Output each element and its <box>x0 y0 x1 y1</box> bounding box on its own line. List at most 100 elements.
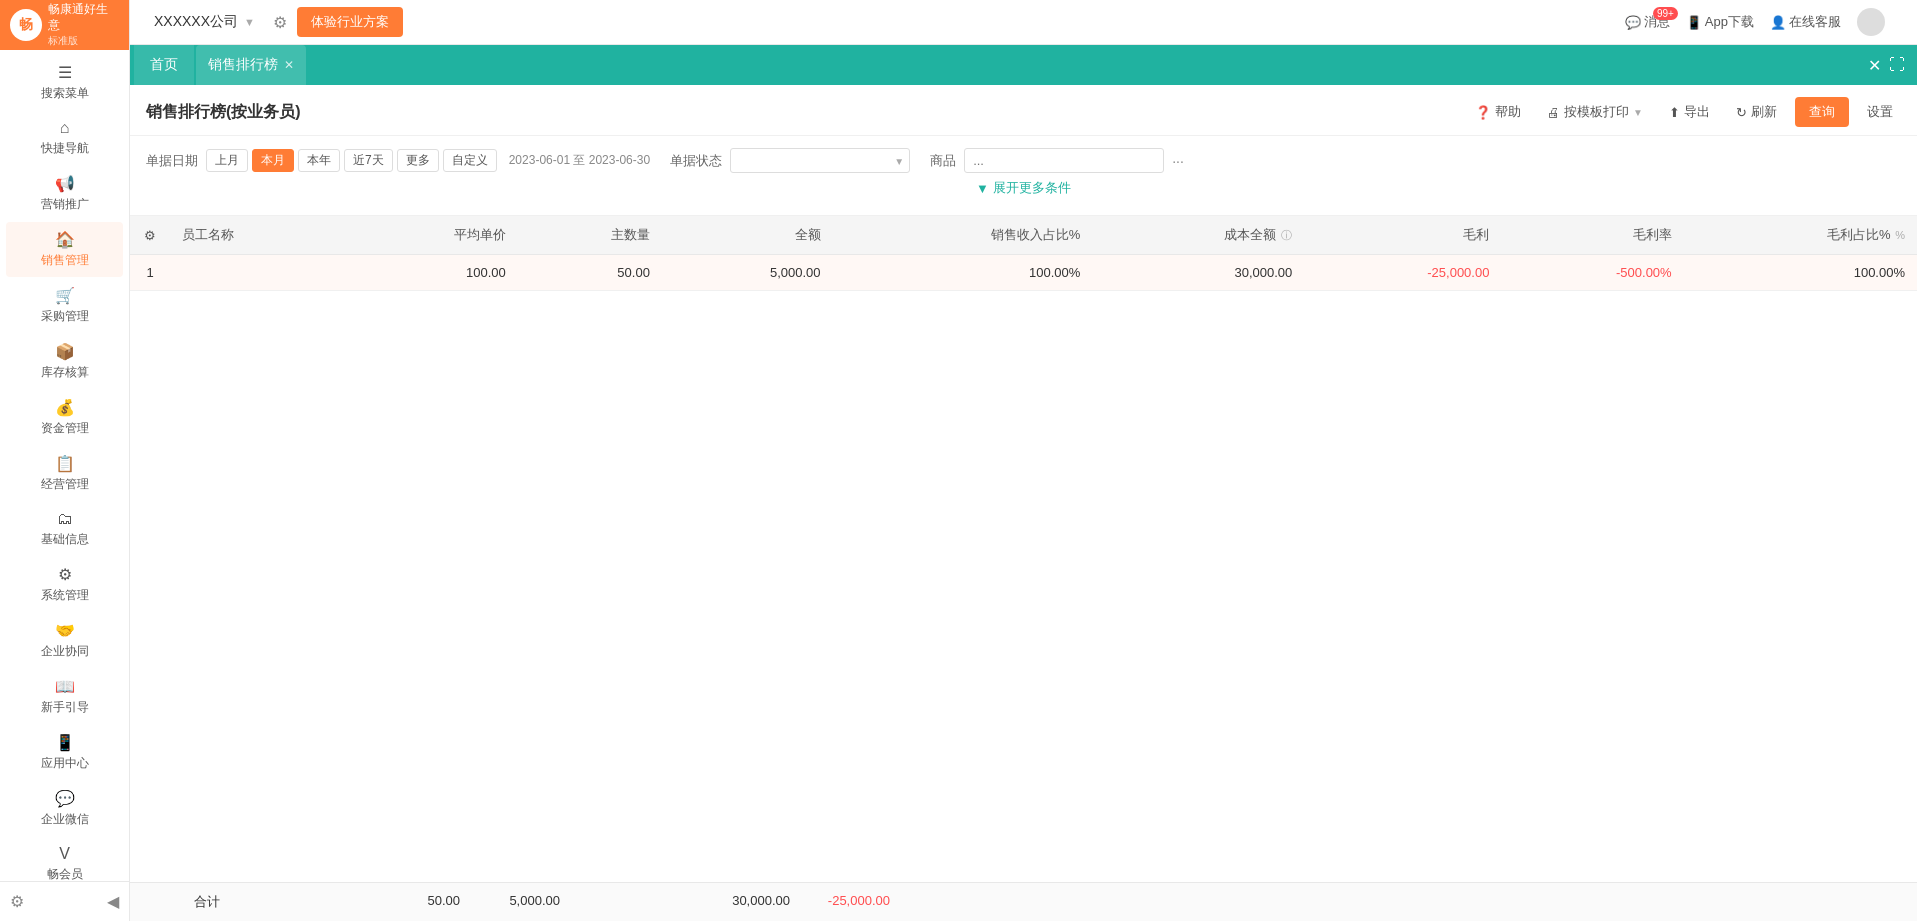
sales-icon: 🏠 <box>55 230 75 249</box>
col-gross: 毛利 <box>1304 216 1501 255</box>
refresh-btn[interactable]: ↻ 刷新 <box>1728 99 1785 125</box>
query-btn[interactable]: 查询 <box>1795 97 1849 127</box>
print-btn[interactable]: 🖨 按模板打印 ▼ <box>1539 99 1651 125</box>
system-icon: ⚙ <box>58 565 72 584</box>
sidebar-item-guide[interactable]: 📖 新手引导 <box>6 669 123 724</box>
export-btn[interactable]: ⬆ 导出 <box>1661 99 1718 125</box>
table-header-row: ⚙ 员工名称 平均单价 主数量 全额 销售收入占比% 成本全额 ⓘ 毛利 毛利率… <box>130 216 1917 255</box>
date-range-btns: 上月 本月 本年 近7天 更多 自定义 <box>206 149 497 172</box>
page-header: 销售排行榜(按业务员) ❓ 帮助 🖨 按模板打印 ▼ ⬆ 导出 ↻ 刷新 <box>130 85 1917 136</box>
sidebar-item-system[interactable]: ⚙ 系统管理 <box>6 557 123 612</box>
guide-icon: 📖 <box>55 677 75 696</box>
date-btn-prev-month[interactable]: 上月 <box>206 149 248 172</box>
sidebar-item-finance[interactable]: 💰 资金管理 <box>6 390 123 445</box>
filter-row-1: 单据日期 上月 本月 本年 近7天 更多 自定义 2023-06-01 至 20… <box>146 148 1901 173</box>
cell-avg-price: 100.00 <box>344 255 518 291</box>
sidebar-item-apps[interactable]: 📱 应用中心 <box>6 725 123 780</box>
member-icon: V <box>59 845 70 863</box>
goods-filter: 商品 ··· <box>930 148 1184 173</box>
footer-gross: -25,000.00 <box>802 893 902 911</box>
col-gross-ratio: 毛利占比% % <box>1684 216 1917 255</box>
footer-empty <box>142 893 182 911</box>
sidebar-item-enterprise[interactable]: 🤝 企业协同 <box>6 613 123 668</box>
company-dropdown-icon: ▼ <box>244 16 255 28</box>
topbar: XXXXXX公司 ▼ ⚙ 体验行业方案 💬 消息 99+ 📱 App下载 👤 在… <box>130 0 1917 45</box>
message-btn[interactable]: 💬 消息 99+ <box>1625 13 1670 31</box>
sidebar-item-basicinfo[interactable]: 🗂 基础信息 <box>6 502 123 556</box>
filter-area: 单据日期 上月 本月 本年 近7天 更多 自定义 2023-06-01 至 20… <box>130 136 1917 216</box>
search-menu-icon: ☰ <box>58 63 72 82</box>
footer-cost: 30,000.00 <box>692 893 802 911</box>
topbar-right: 💬 消息 99+ 📱 App下载 👤 在线客服 <box>1625 8 1901 36</box>
help-icon: ❓ <box>1475 105 1491 120</box>
col-name: 员工名称 <box>170 216 344 255</box>
tabbar-right: ✕ ⛶ <box>1868 56 1913 75</box>
settings-btn[interactable]: 设置 <box>1859 99 1901 125</box>
print-dropdown-icon: ▼ <box>1633 107 1643 118</box>
sidebar-item-wechat[interactable]: 💬 企业微信 <box>6 781 123 836</box>
footer-qty: 50.00 <box>392 893 472 911</box>
sidebar-item-quicknav[interactable]: ⌂ 快捷导航 <box>6 111 123 165</box>
date-filter: 单据日期 上月 本月 本年 近7天 更多 自定义 2023-06-01 至 20… <box>146 149 650 172</box>
logo-icon: 畅 <box>10 9 42 41</box>
gross-ratio-icon: % <box>1895 229 1905 241</box>
main-area: XXXXXX公司 ▼ ⚙ 体验行业方案 💬 消息 99+ 📱 App下载 👤 在… <box>130 0 1917 921</box>
try-industry-btn[interactable]: 体验行业方案 <box>297 7 403 37</box>
col-avg-price: 平均单价 <box>344 216 518 255</box>
enterprise-icon: 🤝 <box>55 621 75 640</box>
cost-info-icon[interactable]: ⓘ <box>1281 229 1292 241</box>
tab-close-icon[interactable]: ✕ <box>284 58 294 72</box>
page-container: 销售排行榜(按业务员) ❓ 帮助 🖨 按模板打印 ▼ ⬆ 导出 ↻ 刷新 <box>130 85 1917 921</box>
date-btn-7days[interactable]: 近7天 <box>344 149 393 172</box>
message-icon: 💬 <box>1625 15 1641 30</box>
sidebar-item-search[interactable]: ☰ 搜索菜单 <box>6 55 123 110</box>
app-icon: 📱 <box>1686 15 1702 30</box>
footer-avg-price <box>302 893 392 911</box>
sidebar-item-inventory[interactable]: 📦 库存核算 <box>6 334 123 389</box>
online-service-btn[interactable]: 👤 在线客服 <box>1770 13 1841 31</box>
sidebar-item-purchase[interactable]: 🛒 采购管理 <box>6 278 123 333</box>
tab-home[interactable]: 首页 <box>134 45 194 85</box>
sidebar-settings-icon[interactable]: ⚙ <box>10 892 24 911</box>
tabbar: 首页 销售排行榜 ✕ ✕ ⛶ <box>130 45 1917 85</box>
sidebar-item-sales[interactable]: 🏠 销售管理 <box>6 222 123 277</box>
tab-sales-ranking[interactable]: 销售排行榜 ✕ <box>196 45 306 85</box>
sidebar-nav: ☰ 搜索菜单 ⌂ 快捷导航 📢 营销推广 🏠 销售管理 🛒 采购管理 📦 库存核… <box>0 50 129 881</box>
operations-icon: 📋 <box>55 454 75 473</box>
export-icon: ⬆ <box>1669 105 1680 120</box>
sidebar-collapse-icon[interactable]: ◀ <box>107 892 119 911</box>
apps-icon: 📱 <box>55 733 75 752</box>
cell-index: 1 <box>130 255 170 291</box>
date-btn-this-year[interactable]: 本年 <box>298 149 340 172</box>
purchase-icon: 🛒 <box>55 286 75 305</box>
date-range-text: 2023-06-01 至 2023-06-30 <box>509 152 650 169</box>
goods-label: 商品 <box>930 152 956 170</box>
tab-close-window-icon[interactable]: ✕ <box>1868 56 1881 75</box>
date-btn-more[interactable]: 更多 <box>397 149 439 172</box>
sidebar-item-operations[interactable]: 📋 经营管理 <box>6 446 123 501</box>
cell-amount: 5,000.00 <box>662 255 833 291</box>
app-download-btn[interactable]: 📱 App下载 <box>1686 13 1754 31</box>
page-actions: ❓ 帮助 🖨 按模板打印 ▼ ⬆ 导出 ↻ 刷新 查询 设 <box>1467 97 1901 127</box>
page-title: 销售排行榜(按业务员) <box>146 102 301 123</box>
sales-table: ⚙ 员工名称 平均单价 主数量 全额 销售收入占比% 成本全额 ⓘ 毛利 毛利率… <box>130 216 1917 291</box>
date-btn-this-month[interactable]: 本月 <box>252 149 294 172</box>
wechat-icon: 💬 <box>55 789 75 808</box>
status-select[interactable] <box>730 148 910 173</box>
user-avatar[interactable] <box>1857 8 1885 36</box>
logo-text: 畅康通好生意 标准版 <box>48 2 119 47</box>
topbar-settings-icon[interactable]: ⚙ <box>273 13 287 32</box>
cell-gross-ratio: 100.00% <box>1684 255 1917 291</box>
tab-expand-icon[interactable]: ⛶ <box>1889 56 1905 74</box>
expand-more-btn[interactable]: ▼ 展开更多条件 <box>146 173 1901 203</box>
sidebar-item-member[interactable]: V 畅会员 <box>6 837 123 881</box>
goods-input[interactable] <box>964 148 1164 173</box>
date-btn-custom[interactable]: 自定义 <box>443 149 497 172</box>
status-filter: 单据状态 ▼ <box>670 148 910 173</box>
table-row: 1 100.00 50.00 5,000.00 100.00% 30,000.0… <box>130 255 1917 291</box>
help-btn[interactable]: ❓ 帮助 <box>1467 99 1529 125</box>
sidebar-item-marketing[interactable]: 📢 营销推广 <box>6 166 123 221</box>
company-selector[interactable]: XXXXXX公司 ▼ <box>146 9 263 35</box>
col-sales-ratio: 销售收入占比% <box>833 216 1093 255</box>
home-icon: ⌂ <box>60 119 70 137</box>
